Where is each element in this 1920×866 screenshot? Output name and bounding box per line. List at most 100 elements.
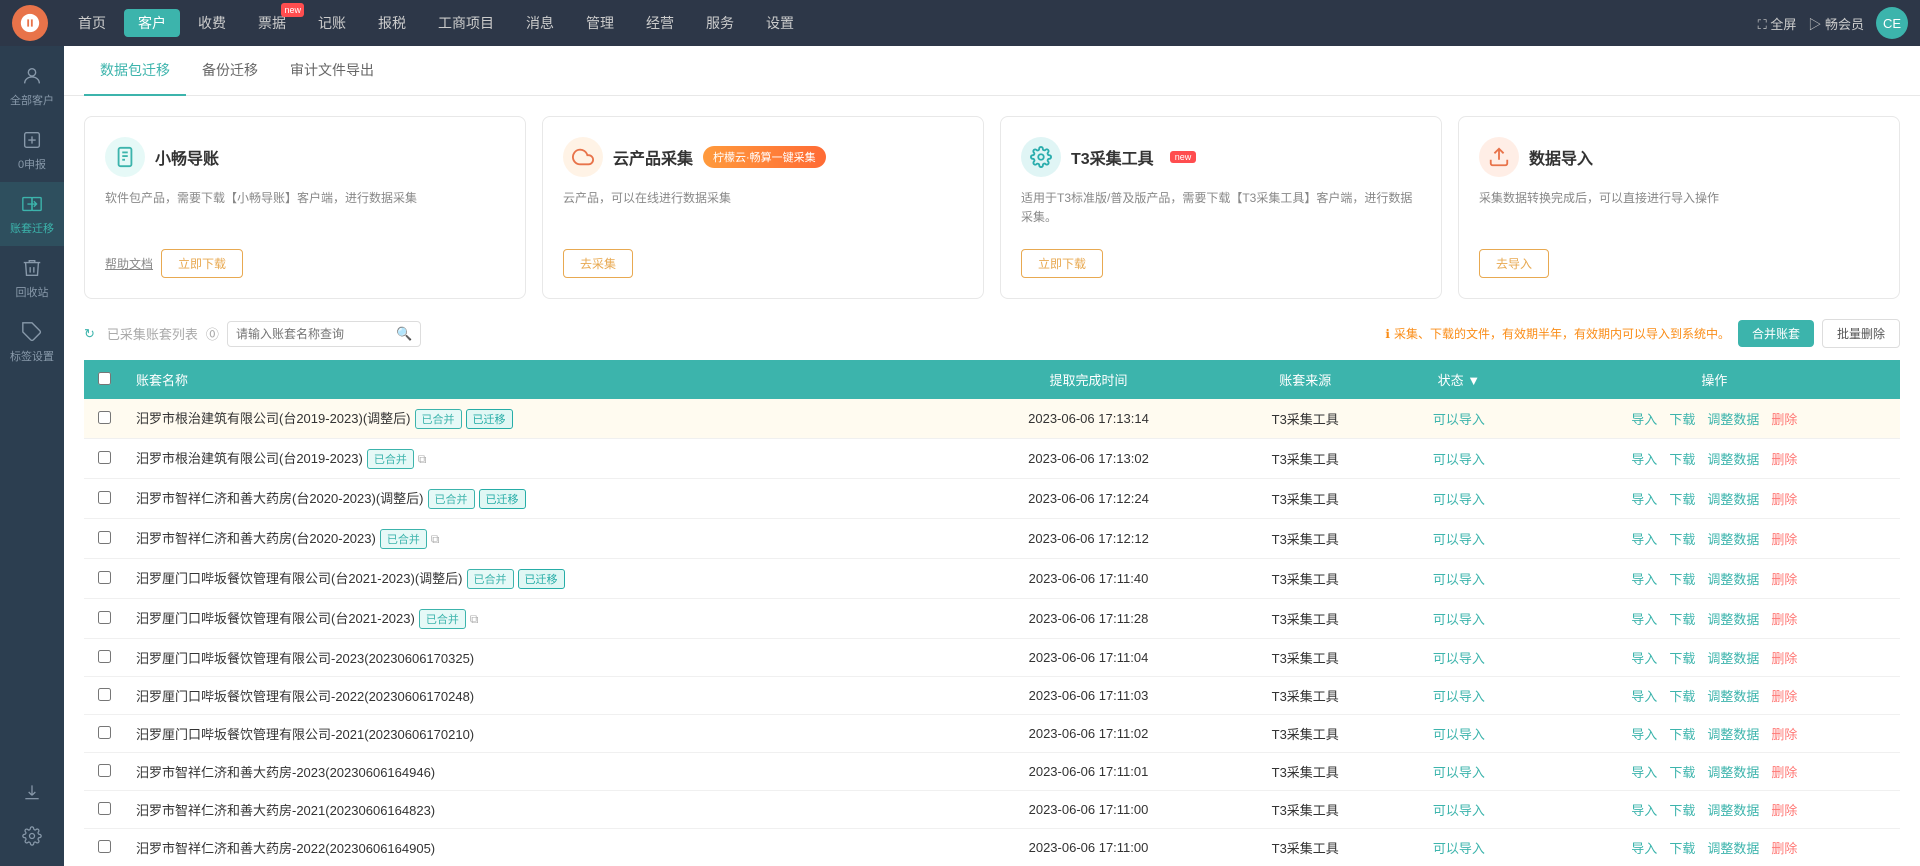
action-delete[interactable]: 删除 [1771,727,1797,742]
fullscreen-btn[interactable]: ⛶ 全屏 [1758,14,1797,33]
action-2[interactable]: 调整数据 [1707,841,1759,856]
copy-icon[interactable]: ⧉ [418,452,427,466]
help-doc-btn[interactable]: 帮助文档 [105,255,153,272]
action-2[interactable]: 调整数据 [1707,572,1759,587]
action-0[interactable]: 导入 [1631,572,1657,587]
action-1[interactable]: 下载 [1669,532,1695,547]
tab-audit-export[interactable]: 审计文件导出 [274,46,390,96]
action-1[interactable]: 下载 [1669,765,1695,780]
action-2[interactable]: 调整数据 [1707,765,1759,780]
row-checkbox[interactable] [98,726,111,739]
action-0[interactable]: 导入 [1631,803,1657,818]
action-0[interactable]: 导入 [1631,765,1657,780]
vip-btn[interactable]: ▷ 畅会员 [1808,14,1864,33]
batch-del-btn[interactable]: 批量删除 [1822,319,1900,348]
row-checkbox[interactable] [98,411,111,424]
action-2[interactable]: 调整数据 [1707,727,1759,742]
nav-setting[interactable]: 设置 [752,9,808,37]
action-1[interactable]: 下载 [1669,803,1695,818]
action-delete[interactable]: 删除 [1771,841,1797,856]
row-checkbox[interactable] [98,451,111,464]
copy-icon[interactable]: ⧉ [431,532,440,546]
action-delete[interactable]: 删除 [1771,689,1797,704]
action-1[interactable]: 下载 [1669,727,1695,742]
action-0[interactable]: 导入 [1631,532,1657,547]
sidebar-item-account-migrate[interactable]: 账套迁移 [0,182,64,246]
action-0[interactable]: 导入 [1631,651,1657,666]
sidebar-item-tag-setting[interactable]: 标签设置 [0,310,64,374]
action-1[interactable]: 下载 [1669,651,1695,666]
nav-invoice[interactable]: 票据 new [244,9,300,37]
action-1[interactable]: 下载 [1669,841,1695,856]
action-2[interactable]: 调整数据 [1707,412,1759,427]
action-2[interactable]: 调整数据 [1707,689,1759,704]
th-status[interactable]: 状态 ▼ [1389,360,1529,399]
search-input[interactable] [236,327,396,341]
sidebar-item-zero-declare[interactable]: 0申报 [0,118,64,182]
nav-message[interactable]: 消息 [512,9,568,37]
row-checkbox[interactable] [98,571,111,584]
nav-customer[interactable]: 客户 [124,9,180,37]
nav-service[interactable]: 服务 [692,9,748,37]
action-delete[interactable]: 删除 [1771,572,1797,587]
row-checkbox[interactable] [98,491,111,504]
search-button[interactable]: 🔍 [396,326,412,342]
row-checkbox[interactable] [98,650,111,663]
nav-tax[interactable]: 报税 [364,9,420,37]
action-delete[interactable]: 删除 [1771,412,1797,427]
action-2[interactable]: 调整数据 [1707,492,1759,507]
action-0[interactable]: 导入 [1631,452,1657,467]
action-2[interactable]: 调整数据 [1707,532,1759,547]
nav-manage[interactable]: 管理 [572,9,628,37]
nav-accounting[interactable]: 记账 [304,9,360,37]
row-checkbox[interactable] [98,764,111,777]
action-delete[interactable]: 删除 [1771,651,1797,666]
action-1[interactable]: 下载 [1669,492,1695,507]
action-1[interactable]: 下载 [1669,572,1695,587]
user-avatar[interactable]: CE [1876,7,1908,39]
tab-backup-migrate[interactable]: 备份迁移 [186,46,274,96]
row-checkbox[interactable] [98,840,111,853]
action-0[interactable]: 导入 [1631,689,1657,704]
action-2[interactable]: 调整数据 [1707,452,1759,467]
sidebar-item-recycle[interactable]: 回收站 [0,246,64,310]
action-0[interactable]: 导入 [1631,612,1657,627]
action-1[interactable]: 下载 [1669,452,1695,467]
action-1[interactable]: 下载 [1669,612,1695,627]
download-now-btn-2[interactable]: 立即下载 [1021,249,1103,278]
help-icon[interactable]: ⓪ [206,324,219,343]
action-delete[interactable]: 删除 [1771,532,1797,547]
action-delete[interactable]: 删除 [1771,803,1797,818]
action-1[interactable]: 下载 [1669,689,1695,704]
action-delete[interactable]: 删除 [1771,765,1797,780]
nav-home[interactable]: 首页 [64,9,120,37]
nav-business[interactable]: 工商项目 [424,9,508,37]
tab-data-migrate[interactable]: 数据包迁移 [84,46,186,96]
action-2[interactable]: 调整数据 [1707,803,1759,818]
go-import-btn[interactable]: 去导入 [1479,249,1549,278]
action-delete[interactable]: 删除 [1771,492,1797,507]
refresh-icon[interactable]: ↻ [84,326,95,342]
sidebar-item-download[interactable] [20,770,44,814]
action-delete[interactable]: 删除 [1771,612,1797,627]
action-2[interactable]: 调整数据 [1707,612,1759,627]
action-0[interactable]: 导入 [1631,492,1657,507]
action-0[interactable]: 导入 [1631,412,1657,427]
action-2[interactable]: 调整数据 [1707,651,1759,666]
select-all-checkbox[interactable] [98,372,111,385]
action-delete[interactable]: 删除 [1771,452,1797,467]
row-checkbox[interactable] [98,531,111,544]
download-now-btn-1[interactable]: 立即下载 [161,249,243,278]
merge-btn[interactable]: 合并账套 [1738,320,1814,347]
action-0[interactable]: 导入 [1631,841,1657,856]
nav-charge[interactable]: 收费 [184,9,240,37]
sidebar-item-settings[interactable] [20,814,44,858]
copy-icon[interactable]: ⧉ [470,612,479,626]
sidebar-item-all-clients[interactable]: 全部客户 [0,54,64,118]
action-1[interactable]: 下载 [1669,412,1695,427]
app-logo[interactable] [12,5,48,41]
nav-operation[interactable]: 经营 [632,9,688,37]
row-checkbox[interactable] [98,611,111,624]
row-checkbox[interactable] [98,688,111,701]
action-0[interactable]: 导入 [1631,727,1657,742]
